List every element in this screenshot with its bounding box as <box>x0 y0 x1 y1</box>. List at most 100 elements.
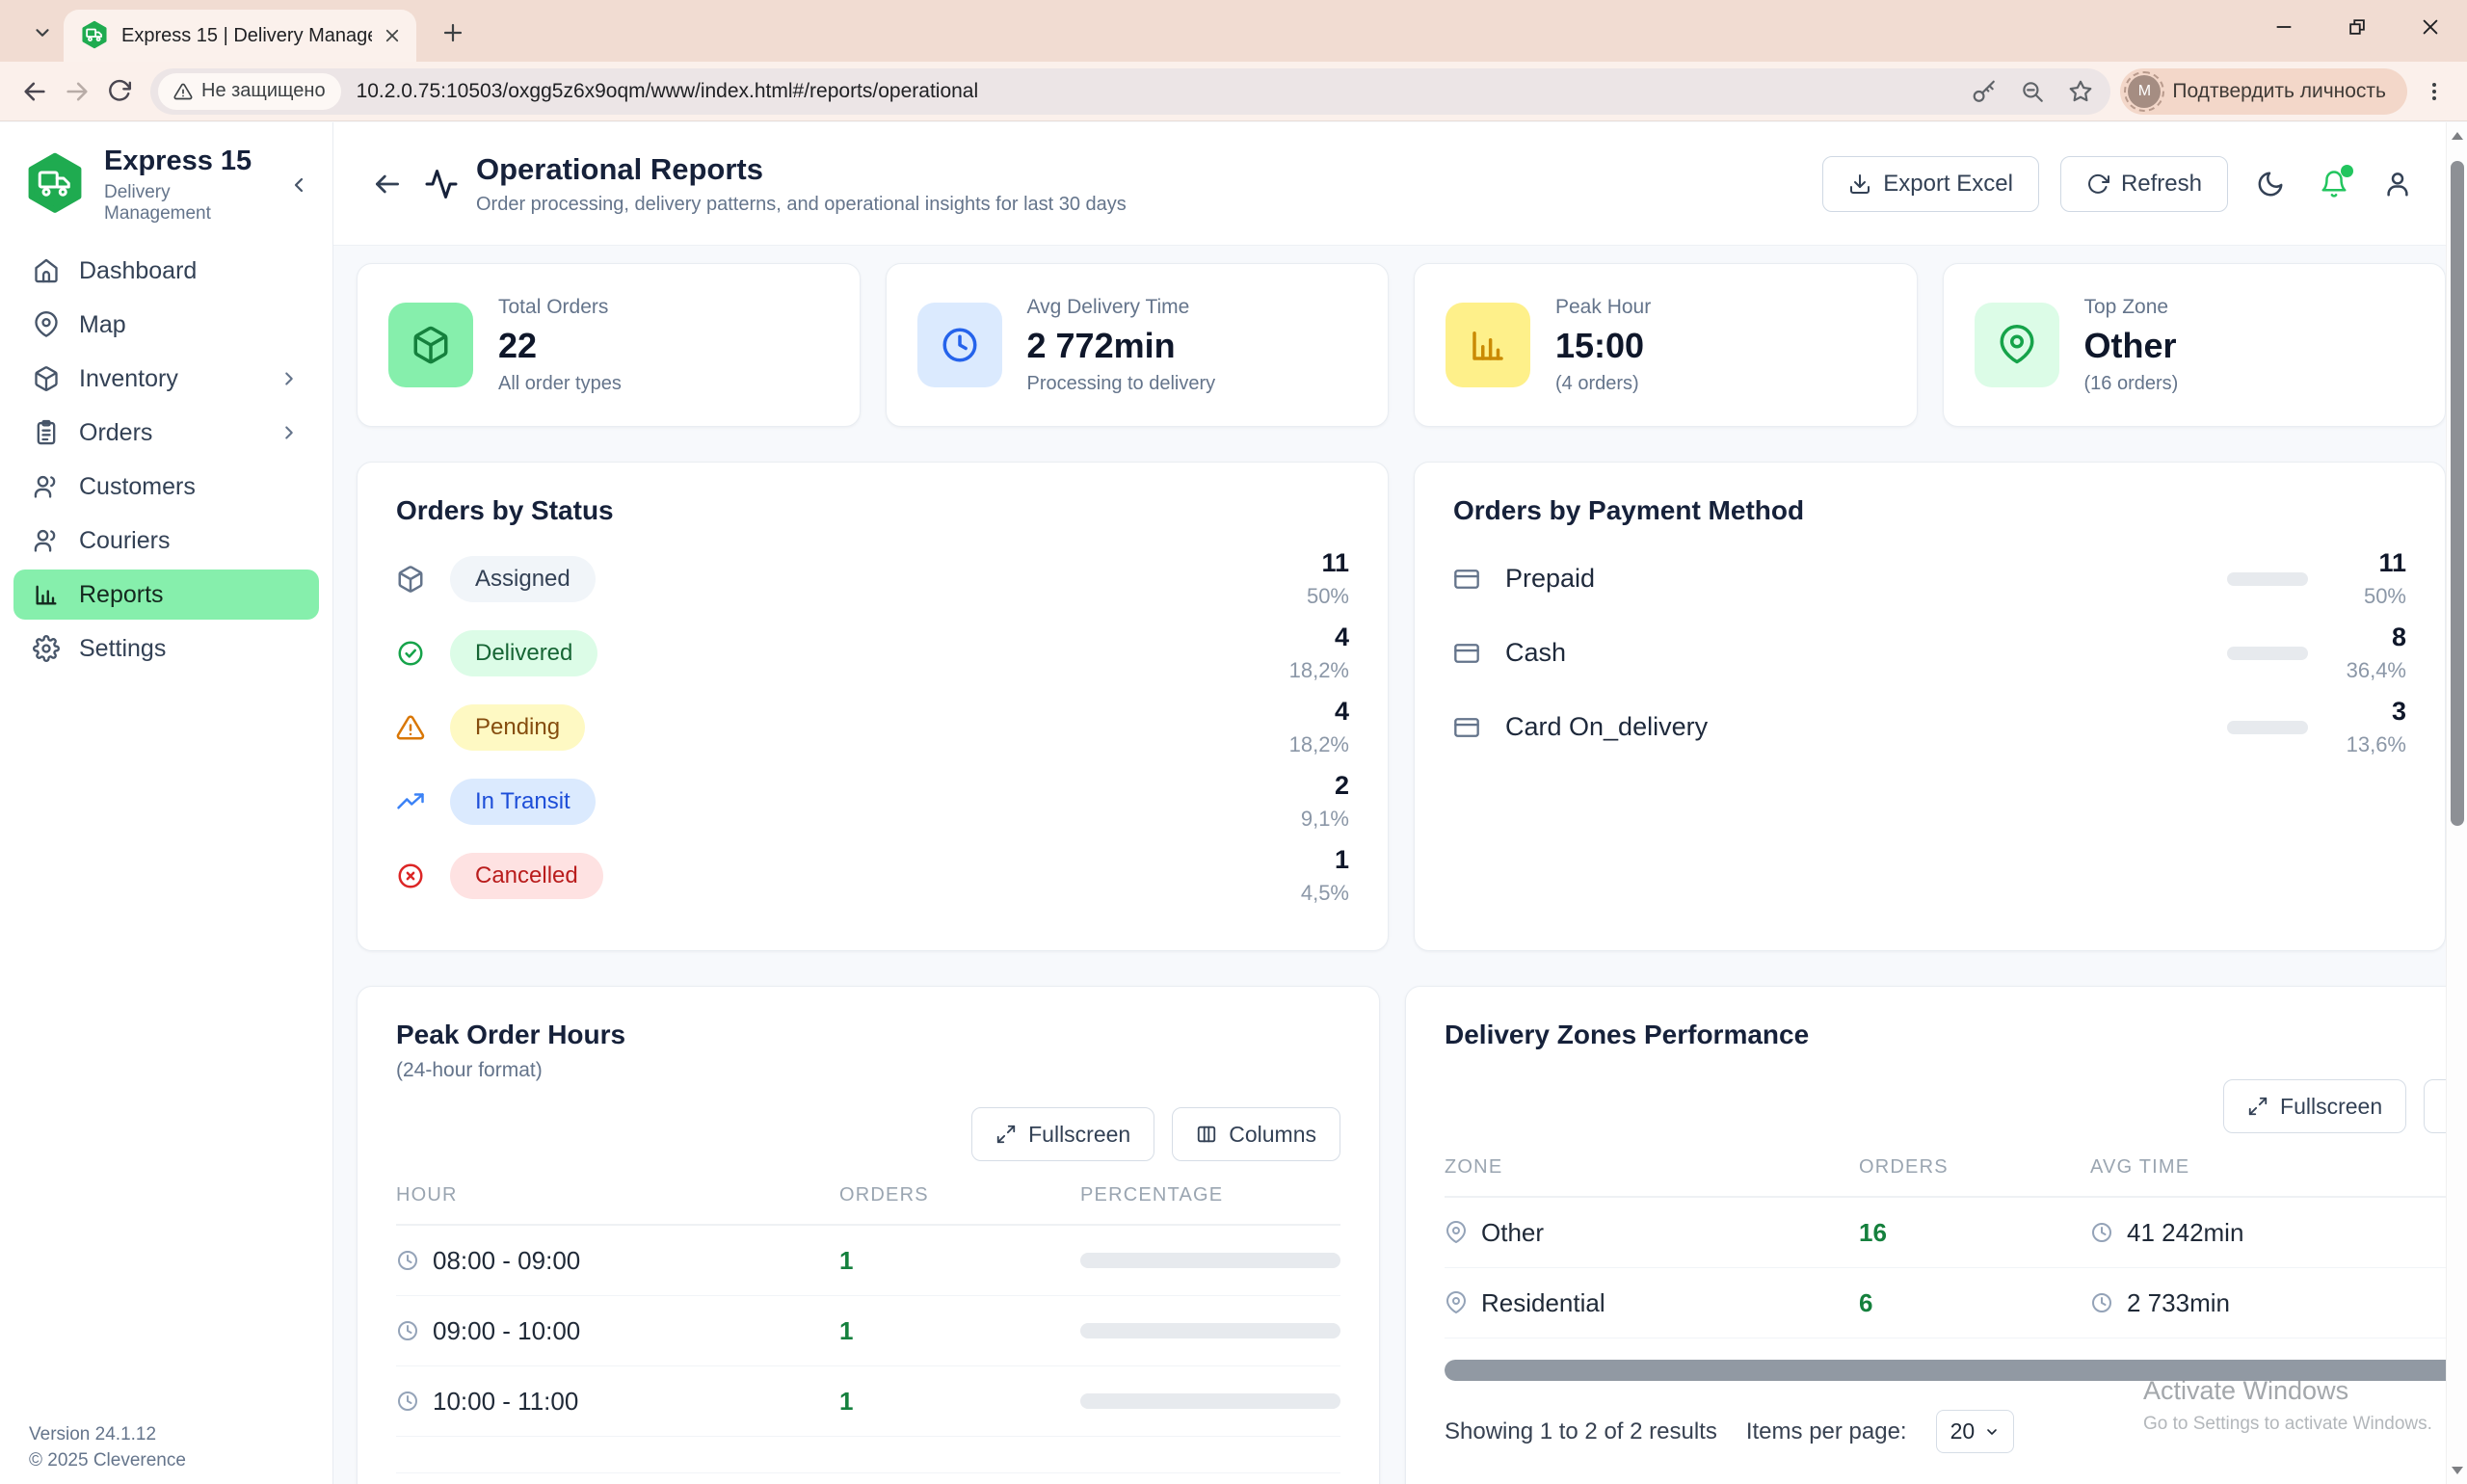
columns-button[interactable]: Columns <box>2424 1079 2446 1133</box>
new-tab-button[interactable] <box>436 15 470 50</box>
status-pct: 50% <box>1306 584 1349 608</box>
address-bar[interactable]: Не защищено 10.2.0.75:10503/oxgg5z6x9oqm… <box>150 67 2111 115</box>
table-header-row: HOUR ORDERS PERCENTAGE <box>396 1184 1340 1226</box>
map-pin-icon <box>33 311 60 338</box>
sidebar-item-couriers[interactable]: Couriers <box>13 516 319 566</box>
panel-title: Peak Order Hours <box>396 1020 626 1049</box>
back-button[interactable] <box>13 70 56 113</box>
table-row[interactable]: Other 16 41 242min 6,7% <box>1445 1198 2446 1268</box>
scroll-up-icon[interactable] <box>2451 130 2464 142</box>
sidebar-item-dashboard[interactable]: Dashboard <box>13 246 319 296</box>
orders-cell: 1 <box>839 1315 854 1345</box>
browser-menu-button[interactable] <box>2415 72 2454 111</box>
identity-button[interactable]: M Подтвердить личность <box>2120 67 2407 115</box>
tab-search-button[interactable] <box>25 15 60 50</box>
panel-title: Orders by Status <box>396 495 614 525</box>
package-icon <box>33 365 60 392</box>
reload-button[interactable] <box>98 70 141 113</box>
browser-tab[interactable]: Express 15 | Delivery Management <box>64 10 416 62</box>
fullscreen-icon <box>996 1125 1016 1144</box>
window-restore-button[interactable] <box>2321 0 2394 54</box>
column-header[interactable]: PERCENTAGE <box>1080 1184 1340 1206</box>
column-header[interactable]: AVG TIME <box>2090 1156 2446 1179</box>
key-icon[interactable] <box>1972 79 1997 104</box>
notifications-button[interactable] <box>2313 163 2355 205</box>
sidebar-nav: Dashboard Map Inventory Orders Customers… <box>0 238 332 685</box>
scrollbar-thumb[interactable] <box>2451 161 2464 826</box>
fullscreen-button[interactable]: Fullscreen <box>971 1107 1155 1161</box>
window-minimize-button[interactable] <box>2247 0 2321 54</box>
export-excel-button[interactable]: Export Excel <box>1822 155 2039 212</box>
app-subtitle: Delivery Management <box>104 182 211 224</box>
table-row[interactable]: Residential 6 2 733min 101,4% <box>1445 1268 2446 1338</box>
results-summary: Showing 1 to 2 of 2 results <box>1445 1418 1717 1444</box>
window-close-button[interactable] <box>2394 0 2467 54</box>
window-controls <box>2247 0 2467 54</box>
columns-button[interactable]: Columns <box>1172 1107 1340 1161</box>
moon-icon <box>2258 172 2283 196</box>
hour-cell: 08:00 - 09:00 <box>433 1245 581 1275</box>
profile-button[interactable] <box>2376 163 2419 205</box>
table-row[interactable]: 09:00 - 10:00 1 <box>396 1296 1340 1366</box>
percentage-bar <box>1080 1323 1340 1338</box>
app-name: Express 15 <box>104 146 252 176</box>
status-badge: Delivered <box>450 629 598 676</box>
payment-label: Prepaid <box>1505 564 1596 593</box>
users-icon <box>33 527 60 554</box>
stat-sub: Processing to delivery <box>1026 372 1216 394</box>
table-row[interactable]: 08:00 - 09:00 1 <box>396 1226 1340 1296</box>
sidebar-item-orders[interactable]: Orders <box>13 408 319 458</box>
sidebar-item-label: Inventory <box>79 364 178 392</box>
sidebar-item-reports[interactable]: Reports <box>13 570 319 620</box>
orders-cell: 16 <box>1859 1217 1887 1247</box>
orders-by-status-panel: Orders by Status Assigned 11 50% Delivere… <box>357 462 1389 951</box>
tab-close-icon[interactable] <box>384 27 401 44</box>
check-circle-icon <box>396 639 425 668</box>
sidebar-item-settings[interactable]: Settings <box>13 623 319 674</box>
vertical-scrollbar[interactable] <box>2446 122 2467 1484</box>
clipboard-icon <box>33 419 60 446</box>
main-content: Operational Reports Order processing, de… <box>333 122 2446 1484</box>
browser-titlebar: Express 15 | Delivery Management <box>0 0 2467 62</box>
map-pin-icon <box>1445 1291 1468 1314</box>
sidebar-collapse-button[interactable] <box>288 173 311 197</box>
items-per-page-select[interactable]: 20 <box>1935 1410 2015 1453</box>
sidebar-item-inventory[interactable]: Inventory <box>13 354 319 404</box>
table-row[interactable]: 10:00 - 11:00 1 <box>396 1366 1340 1437</box>
sidebar-item-label: Map <box>79 310 126 338</box>
refresh-label: Refresh <box>2120 170 2202 197</box>
stat-cards: Total Orders 22 All order types Avg Deli… <box>357 263 2446 427</box>
bookmark-star-icon[interactable] <box>2068 79 2093 104</box>
status-rows: Assigned 11 50% Delivered 4 18,2% Pending <box>396 542 1349 913</box>
user-icon <box>2387 172 2408 196</box>
map-pin-icon <box>1445 1221 1468 1244</box>
sidebar-item-map[interactable]: Map <box>13 300 319 350</box>
forward-button[interactable] <box>56 70 98 113</box>
payment-bar <box>2227 720 2308 734</box>
column-header[interactable]: HOUR <box>396 1184 839 1206</box>
table-actions: Fullscreen Columns <box>396 1107 1340 1161</box>
payment-row: Prepaid 11 50% <box>1453 542 2406 616</box>
column-header[interactable]: ORDERS <box>839 1184 1080 1206</box>
fullscreen-button[interactable]: Fullscreen <box>2223 1079 2407 1133</box>
content-area: Total Orders 22 All order types Avg Deli… <box>333 246 2446 1484</box>
columns-icon <box>1198 1126 1216 1143</box>
refresh-button[interactable]: Refresh <box>2059 155 2228 212</box>
back-arrow-icon[interactable] <box>372 169 403 199</box>
status-count: 4 <box>1334 623 1349 651</box>
zoom-icon[interactable] <box>2020 79 2045 104</box>
column-header[interactable]: ORDERS <box>1859 1156 2090 1179</box>
status-row: Delivered 4 18,2% <box>396 616 1349 690</box>
page-header: Operational Reports Order processing, de… <box>333 122 2446 246</box>
column-header[interactable]: ZONE <box>1445 1156 1859 1179</box>
sidebar-item-customers[interactable]: Customers <box>13 462 319 512</box>
sidebar-item-label: Customers <box>79 472 196 500</box>
panel-title: Orders by Payment Method <box>1453 495 1805 525</box>
payment-bar <box>2227 646 2308 660</box>
horizontal-scrollbar[interactable] <box>1445 1360 2446 1381</box>
payment-pct: 50% <box>2363 584 2406 608</box>
security-chip[interactable]: Не защищено <box>158 72 341 110</box>
scroll-down-icon[interactable] <box>2451 1465 2464 1476</box>
dark-mode-toggle[interactable] <box>2249 163 2292 205</box>
payment-pct: 13,6% <box>2346 732 2406 756</box>
